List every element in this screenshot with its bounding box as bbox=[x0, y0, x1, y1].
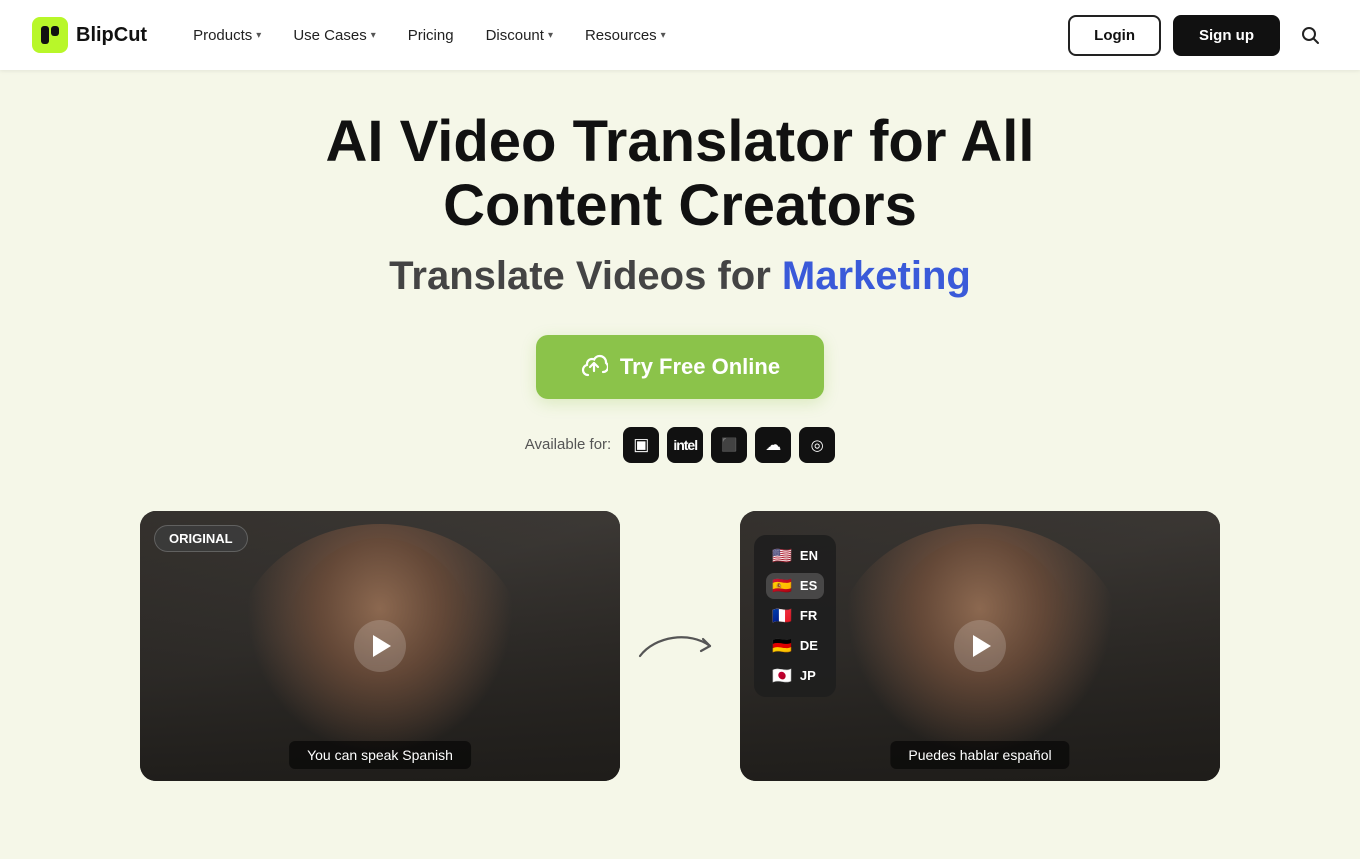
cta-button[interactable]: Try Free Online bbox=[536, 335, 824, 399]
subtitle-normal: Translate Videos for bbox=[389, 254, 782, 298]
subtitle-highlight: Marketing bbox=[782, 254, 971, 298]
chevron-down-icon: ▾ bbox=[371, 30, 376, 41]
login-button[interactable]: Login bbox=[1068, 15, 1161, 56]
lang-de[interactable]: 🇩🇪 DE bbox=[766, 633, 824, 659]
lang-code-fr: FR bbox=[800, 608, 817, 623]
lang-en[interactable]: 🇺🇸 EN bbox=[766, 543, 824, 569]
arrow-svg bbox=[635, 621, 725, 671]
signup-button[interactable]: Sign up bbox=[1173, 15, 1280, 56]
chevron-down-icon: ▾ bbox=[256, 30, 261, 41]
lang-jp[interactable]: 🇯🇵 JP bbox=[766, 663, 824, 689]
flag-en: 🇺🇸 bbox=[772, 546, 792, 566]
flag-de: 🇩🇪 bbox=[772, 636, 792, 656]
chevron-down-icon: ▾ bbox=[661, 30, 666, 41]
flag-fr: 🇫🇷 bbox=[772, 606, 792, 626]
nav-discount[interactable]: Discount ▾ bbox=[472, 19, 567, 52]
hero-section: AI Video Translator for All Content Crea… bbox=[0, 0, 1360, 859]
logo[interactable]: BlipCut bbox=[32, 17, 147, 53]
upload-cloud-icon bbox=[580, 353, 608, 381]
play-button-right[interactable] bbox=[954, 620, 1006, 672]
search-icon bbox=[1300, 25, 1320, 45]
flag-jp: 🇯🇵 bbox=[772, 666, 792, 686]
navbar: BlipCut Products ▾ Use Cases ▾ Pricing D… bbox=[0, 0, 1360, 70]
lang-code-jp: JP bbox=[800, 668, 816, 683]
platform-icon-1: ▣ bbox=[623, 427, 659, 463]
nav-products[interactable]: Products ▾ bbox=[179, 19, 275, 52]
platform-icon-4: ☁ bbox=[755, 427, 791, 463]
nav-use-cases[interactable]: Use Cases ▾ bbox=[279, 19, 389, 52]
subtitle-right: Puedes hablar español bbox=[890, 741, 1069, 769]
hero-subtitle: Translate Videos for Marketing bbox=[389, 254, 971, 299]
platform-icon-2: intel bbox=[667, 427, 703, 463]
video-original: ORIGINAL You can speak Spanish bbox=[140, 511, 620, 781]
translation-arrow bbox=[620, 621, 740, 671]
play-button-left[interactable] bbox=[354, 620, 406, 672]
nav-resources[interactable]: Resources ▾ bbox=[571, 19, 680, 52]
lang-code-es: ES bbox=[800, 578, 817, 593]
lang-fr[interactable]: 🇫🇷 FR bbox=[766, 603, 824, 629]
lang-code-en: EN bbox=[800, 548, 818, 563]
nav-left: BlipCut Products ▾ Use Cases ▾ Pricing D… bbox=[32, 17, 680, 53]
logo-icon bbox=[32, 17, 68, 53]
flag-es: 🇪🇸 bbox=[772, 576, 792, 596]
logo-text: BlipCut bbox=[76, 24, 147, 47]
platform-icon-3: ⬛ bbox=[711, 427, 747, 463]
lang-es[interactable]: 🇪🇸 ES bbox=[766, 573, 824, 599]
nav-right: Login Sign up bbox=[1068, 15, 1328, 56]
nav-pricing[interactable]: Pricing bbox=[394, 19, 468, 52]
subtitle-left: You can speak Spanish bbox=[289, 741, 471, 769]
video-translated: 🇺🇸 EN 🇪🇸 ES 🇫🇷 FR 🇩🇪 DE 🇯🇵 J bbox=[740, 511, 1220, 781]
original-badge: ORIGINAL bbox=[154, 525, 248, 552]
chevron-down-icon: ▾ bbox=[548, 30, 553, 41]
search-button[interactable] bbox=[1292, 17, 1328, 53]
nav-links: Products ▾ Use Cases ▾ Pricing Discount … bbox=[179, 19, 680, 52]
platform-icons: ▣ intel ⬛ ☁ ◎ bbox=[623, 427, 835, 463]
available-row: Available for: ▣ intel ⬛ ☁ ◎ bbox=[525, 427, 835, 463]
video-section: ORIGINAL You can speak Spanish 🇺🇸 EN bbox=[80, 511, 1280, 781]
lang-code-de: DE bbox=[800, 638, 818, 653]
platform-icon-5: ◎ bbox=[799, 427, 835, 463]
hero-title: AI Video Translator for All Content Crea… bbox=[230, 110, 1130, 238]
language-selector[interactable]: 🇺🇸 EN 🇪🇸 ES 🇫🇷 FR 🇩🇪 DE 🇯🇵 J bbox=[754, 535, 836, 697]
